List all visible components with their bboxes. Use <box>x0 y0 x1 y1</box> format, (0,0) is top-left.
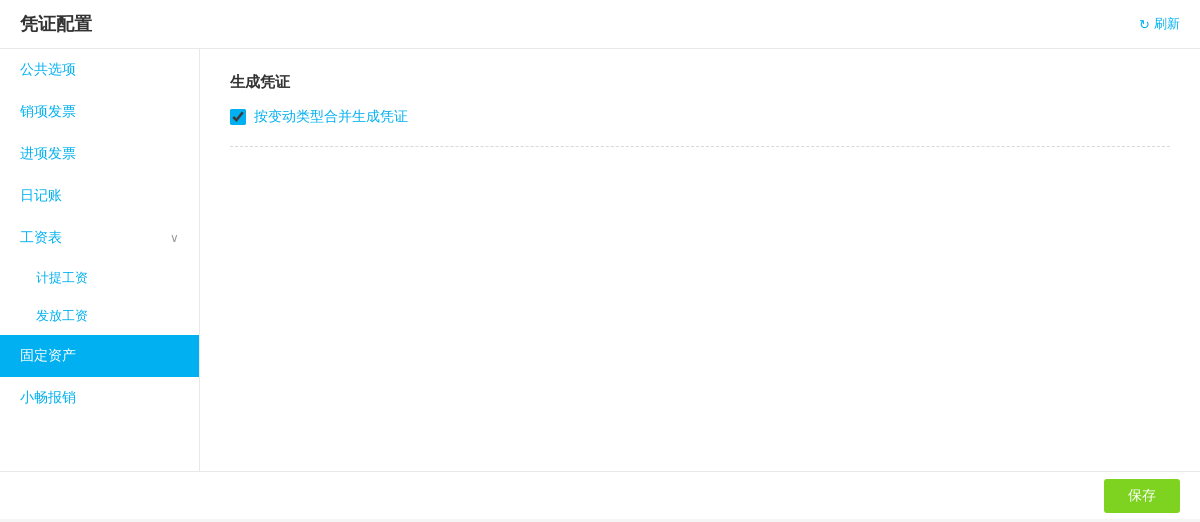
sidebar-item-expense[interactable]: 小畅报销 <box>0 377 199 419</box>
content-area: 生成凭证 按变动类型合并生成凭证 <box>200 49 1200 471</box>
sidebar: 公共选项 销项发票 进项发票 日记账 工资表 ∨ 计提工资 发放工资 固定资产 … <box>0 49 200 471</box>
sidebar-item-sales[interactable]: 销项发票 <box>0 91 199 133</box>
refresh-button[interactable]: ↻ 刷新 <box>1139 15 1180 33</box>
save-button[interactable]: 保存 <box>1104 479 1180 513</box>
sidebar-item-label: 固定资产 <box>20 347 76 365</box>
page-title: 凭证配置 <box>20 12 92 36</box>
sidebar-item-label: 工资表 <box>20 229 62 247</box>
checkbox-row: 按变动类型合并生成凭证 <box>230 108 1170 126</box>
refresh-icon: ↻ <box>1139 17 1150 32</box>
sidebar-sub-item-label: 发放工资 <box>36 308 88 323</box>
sidebar-item-payment[interactable]: 发放工资 <box>0 297 199 335</box>
sidebar-item-public[interactable]: 公共选项 <box>0 49 199 91</box>
sidebar-item-label: 小畅报销 <box>20 389 76 407</box>
chevron-down-icon: ∨ <box>170 231 179 245</box>
sidebar-item-label: 销项发票 <box>20 103 76 121</box>
footer: 保存 <box>0 471 1200 519</box>
section-divider <box>230 146 1170 147</box>
sidebar-sub-item-label: 计提工资 <box>36 270 88 285</box>
refresh-label: 刷新 <box>1154 15 1180 33</box>
checkbox-label[interactable]: 按变动类型合并生成凭证 <box>254 108 408 126</box>
sidebar-item-journal[interactable]: 日记账 <box>0 175 199 217</box>
sidebar-item-payroll[interactable]: 工资表 ∨ <box>0 217 199 259</box>
main-layout: 公共选项 销项发票 进项发票 日记账 工资表 ∨ 计提工资 发放工资 固定资产 … <box>0 49 1200 471</box>
sidebar-item-label: 进项发票 <box>20 145 76 163</box>
page-header: 凭证配置 ↻ 刷新 <box>0 0 1200 49</box>
sidebar-item-label: 公共选项 <box>20 61 76 79</box>
sidebar-item-fixed-assets[interactable]: 固定资产 <box>0 335 199 377</box>
sidebar-item-label: 日记账 <box>20 187 62 205</box>
merge-by-type-checkbox[interactable] <box>230 109 246 125</box>
sidebar-item-accrual[interactable]: 计提工资 <box>0 259 199 297</box>
section-title: 生成凭证 <box>230 73 1170 92</box>
sidebar-item-purchase[interactable]: 进项发票 <box>0 133 199 175</box>
